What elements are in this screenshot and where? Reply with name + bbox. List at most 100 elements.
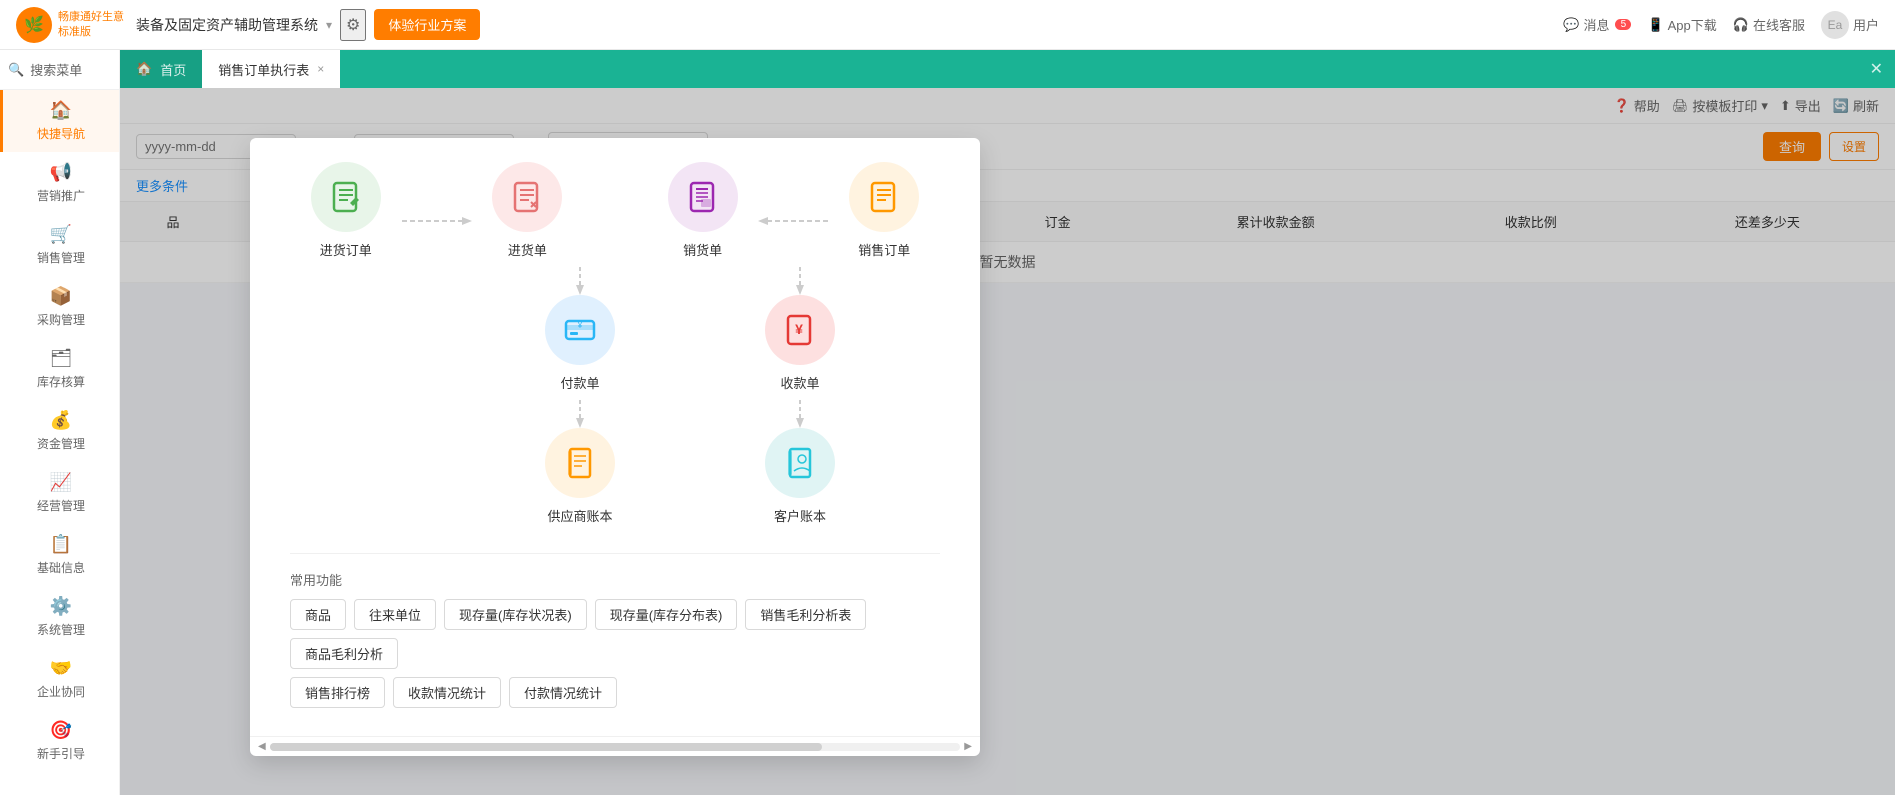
flow-node-sales-bill[interactable]: 销货单 [647,162,759,259]
sales-order-circle [849,162,919,232]
content-area: 🏠 首页 销售订单执行表 × ✕ ❓ 帮助 🖨 按模板打印 ▾ [120,50,1895,795]
avatar: Ea [1821,11,1849,39]
inventory-icon: 🗂 [50,348,73,369]
func-btn-sales-gross[interactable]: 销售毛利分析表 [745,599,866,630]
purchase-order-circle [311,162,381,232]
sidebar-item-finance[interactable]: 💰 资金管理 [0,400,119,462]
sidebar-item-system[interactable]: ⚙️ 系统管理 [0,586,119,648]
arrow-2 [758,195,828,227]
header-right: 💬 消息 5 📱 App下载 🎧 在线客服 Ea 用户 [1563,11,1879,39]
purchase-bill-circle [492,162,562,232]
sidebar-item-guide[interactable]: 🎯 新手引导 [0,710,119,772]
receipt-circle: ¥ [765,295,835,365]
flow-node-customer-ledger[interactable]: 客户账本 [730,428,870,525]
sidebar-item-marketing[interactable]: 📢 营销推广 [0,152,119,214]
scroll-left-icon[interactable]: ◀ [258,741,266,752]
func-btn-stock-dist[interactable]: 现存量(库存分布表) [595,599,738,630]
flow-row-1: 进货订单 [290,162,940,259]
tabs-bar: 🏠 首页 销售订单执行表 × ✕ [120,50,1895,88]
flow-node-supplier-ledger[interactable]: 供应商账本 [510,428,650,525]
message-badge: 5 [1615,19,1631,30]
guide-icon: 🎯 [50,720,72,741]
basic-icon: 📋 [50,534,72,555]
trial-button[interactable]: 体验行业方案 [374,9,480,40]
modal-box: 进货订单 [250,138,980,756]
func-btn-stock-status[interactable]: 现存量(库存状况表) [444,599,587,630]
close-all-tabs-btn[interactable]: ✕ [1870,59,1883,79]
func-btns-row-1: 商品 往来单位 现存量(库存状况表) 现存量(库存分布表) 销售毛利分析表 商品… [290,599,940,669]
func-btns-row-2: 销售排行榜 收款情况统计 付款情况统计 [290,677,940,708]
flow-node-purchase-bill[interactable]: 进货单 [472,162,584,259]
purchase-icon: 📦 [50,286,72,307]
tab-close-icon[interactable]: × [317,62,324,76]
header: 🌿 畅康通好生意 标准版 装备及固定资产辅助管理系统 ▾ ⚙ 体验行业方案 💬 … [0,0,1895,50]
system-icon: ⚙️ [50,596,72,617]
scroll-right-icon[interactable]: ▶ [964,741,972,752]
supplier-ledger-circle [545,428,615,498]
scrollbar-track[interactable] [270,743,961,751]
modal-content: 进货订单 [250,138,980,736]
home-icon: 🏠 [50,100,72,121]
tab-sales-order[interactable]: 销售订单执行表 × [202,50,340,88]
sidebar-item-sales[interactable]: 🛒 销售管理 [0,214,119,276]
flow-node-purchase-order[interactable]: 进货订单 [290,162,402,259]
gear-button[interactable]: ⚙ [340,9,366,41]
flow-node-sales-order[interactable]: 销售订单 [828,162,940,259]
flow-row-2: ¥ 付款单 ¥ 收款单 [290,295,940,392]
message-icon: 💬 [1563,17,1579,33]
flow-node-payment[interactable]: ¥ 付款单 [510,295,650,392]
flow-diagram: 进货订单 [290,162,940,533]
headset-icon: 🎧 [1733,17,1749,33]
system-dropdown-icon[interactable]: ▾ [326,18,332,32]
sidebar-search[interactable]: 🔍 搜索菜单 [0,50,119,90]
finance-icon: 💰 [50,410,72,431]
app-logo-icon: 🌿 [16,7,52,43]
home-tab-icon: 🏠 [136,61,152,77]
system-title-area: 装备及固定资产辅助管理系统 ▾ ⚙ 体验行业方案 [136,9,1563,41]
operation-icon: 📈 [50,472,72,493]
sidebar-item-basic[interactable]: 📋 基础信息 [0,524,119,586]
func-btn-product-gross[interactable]: 商品毛利分析 [290,638,398,669]
page-content: ❓ 帮助 🖨 按模板打印 ▾ ⬆ 导出 🔄 刷新 [120,88,1895,795]
online-service-btn[interactable]: 🎧 在线客服 [1733,15,1805,34]
sidebar-item-inventory[interactable]: 🗂 库存核算 [0,338,119,400]
tab-home[interactable]: 🏠 首页 [120,50,202,88]
arrow-1 [402,195,472,227]
func-btn-sales-rank[interactable]: 销售排行榜 [290,677,385,708]
marketing-icon: 📢 [50,162,72,183]
sales-icon: 🛒 [50,224,72,245]
logo-text: 畅康通好生意 标准版 [58,10,124,39]
func-btn-counterpart[interactable]: 往来单位 [354,599,436,630]
func-btn-payment-stats[interactable]: 付款情况统计 [509,677,617,708]
common-functions-title: 常用功能 [290,570,940,589]
common-functions-section: 常用功能 商品 往来单位 现存量(库存状况表) 现存量(库存分布表) 销售毛利分… [290,553,940,708]
logo-area: 🌿 畅康通好生意 标准版 [16,7,136,43]
system-title: 装备及固定资产辅助管理系统 [136,15,318,35]
flow-node-receipt[interactable]: ¥ 收款单 [730,295,870,392]
phone-icon: 📱 [1647,17,1663,33]
main-layout: 🔍 搜索菜单 🏠 快捷导航 📢 营销推广 🛒 销售管理 📦 采购管理 🗂 库存核… [0,50,1895,795]
flow-row-arrows-2 [290,400,940,428]
func-btn-receipt-stats[interactable]: 收款情况统计 [393,677,501,708]
sidebar: 🔍 搜索菜单 🏠 快捷导航 📢 营销推广 🛒 销售管理 📦 采购管理 🗂 库存核… [0,50,120,795]
sidebar-item-purchase[interactable]: 📦 采购管理 [0,276,119,338]
sidebar-item-operation[interactable]: 📈 经营管理 [0,462,119,524]
enterprise-icon: 🤝 [50,658,72,679]
modal-overlay[interactable]: 进货订单 [120,88,1895,795]
search-icon: 🔍 [8,62,24,78]
svg-text:¥: ¥ [577,321,583,330]
sidebar-item-quick-nav[interactable]: 🏠 快捷导航 [0,90,119,152]
func-btn-product[interactable]: 商品 [290,599,346,630]
user-area[interactable]: Ea 用户 [1821,11,1879,39]
payment-circle: ¥ [545,295,615,365]
app-download-btn[interactable]: 📱 App下载 [1647,15,1716,34]
sidebar-item-enterprise[interactable]: 🤝 企业协同 [0,648,119,710]
flow-row-3: 供应商账本 客户账本 [290,428,940,525]
svg-text:¥: ¥ [795,321,803,337]
message-btn[interactable]: 💬 消息 5 [1563,15,1631,34]
flow-row-arrows [290,267,940,295]
customer-ledger-circle [765,428,835,498]
scrollbar-thumb[interactable] [270,743,822,751]
sales-bill-circle [668,162,738,232]
modal-scrollbar: ◀ ▶ [250,736,980,756]
